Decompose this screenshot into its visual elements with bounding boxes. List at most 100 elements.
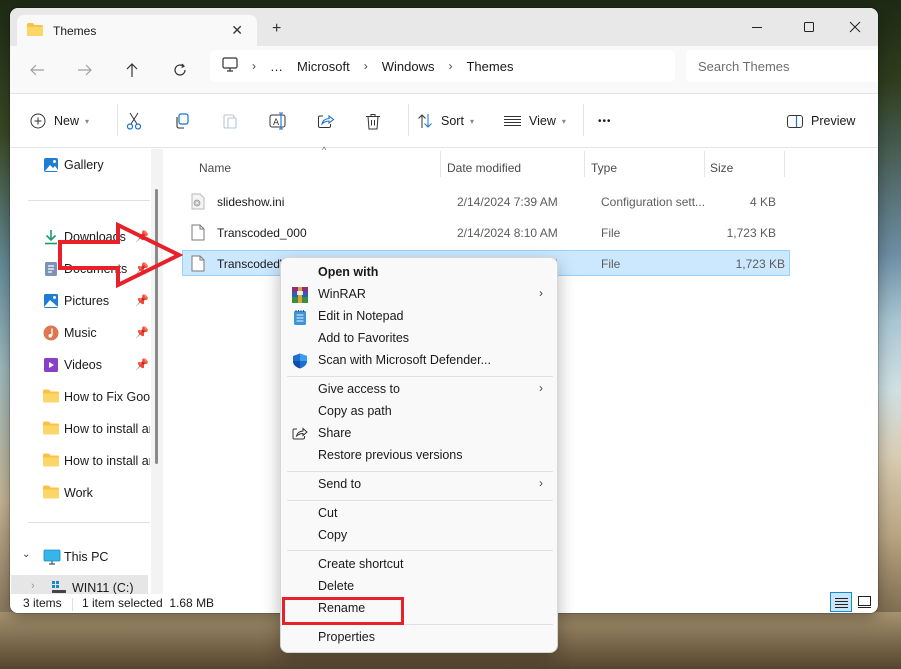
menu-item-share[interactable]: Share bbox=[285, 423, 553, 445]
sidebar-label: Work bbox=[64, 486, 93, 500]
sidebar-item-gallery[interactable]: Gallery bbox=[10, 152, 150, 178]
notepad-icon bbox=[292, 309, 308, 325]
menu-item-add-favorites[interactable]: Add to Favorites bbox=[285, 328, 553, 350]
paste-button[interactable] bbox=[222, 109, 238, 133]
sidebar-item-this-pc[interactable]: ⌄ This PC bbox=[10, 544, 150, 570]
chevron-down-icon: ▾ bbox=[561, 116, 566, 126]
menu-label: Share bbox=[318, 426, 352, 440]
chevron-right-icon[interactable]: › bbox=[31, 580, 35, 592]
cut-button[interactable] bbox=[126, 109, 142, 133]
column-header-date[interactable]: Date modified bbox=[447, 155, 521, 181]
documents-icon bbox=[43, 261, 59, 277]
new-tab-button[interactable]: + bbox=[272, 20, 281, 38]
menu-label: Delete bbox=[318, 579, 355, 593]
column-divider[interactable] bbox=[584, 151, 585, 177]
folder-icon bbox=[43, 389, 59, 405]
column-divider[interactable] bbox=[440, 151, 441, 177]
breadcrumb-themes[interactable]: Themes bbox=[466, 59, 513, 74]
menu-separator bbox=[287, 550, 553, 551]
forward-arrow-icon bbox=[78, 64, 92, 76]
sidebar-item-folder[interactable]: How to Fix Goog bbox=[10, 384, 150, 410]
pictures-icon bbox=[43, 293, 59, 309]
folder-icon bbox=[43, 421, 59, 437]
close-icon bbox=[849, 21, 861, 33]
delete-toolbar-button[interactable] bbox=[365, 109, 381, 133]
maximize-button[interactable] bbox=[786, 13, 832, 41]
up-button[interactable] bbox=[119, 58, 145, 82]
rename-toolbar-button[interactable]: A bbox=[269, 109, 287, 133]
new-button[interactable]: New ▾ bbox=[30, 109, 89, 133]
paste-icon bbox=[223, 114, 237, 129]
sidebar-item-work[interactable]: Work bbox=[10, 480, 150, 506]
breadcrumb-overflow[interactable]: … bbox=[270, 59, 283, 74]
menu-item-restore-versions[interactable]: Restore previous versions bbox=[285, 445, 553, 467]
up-arrow-icon bbox=[126, 63, 138, 77]
pin-icon[interactable]: 📌 bbox=[135, 358, 149, 371]
file-size: 4 KB bbox=[749, 195, 776, 209]
menu-item-send-to[interactable]: Send to › bbox=[285, 474, 553, 496]
address-bar-row: › … Microsoft › Windows › Themes Search … bbox=[10, 46, 878, 94]
share-toolbar-button[interactable] bbox=[317, 109, 335, 133]
menu-item-scan-defender[interactable]: Scan with Microsoft Defender... bbox=[285, 350, 553, 372]
minimize-icon bbox=[752, 27, 762, 28]
close-tab-icon[interactable]: ✕ bbox=[231, 22, 243, 39]
back-arrow-icon bbox=[30, 64, 44, 76]
tiles-view-button[interactable] bbox=[853, 592, 875, 612]
menu-item-copy-path[interactable]: Copy as path bbox=[285, 401, 553, 423]
menu-item-edit-notepad[interactable]: Edit in Notepad bbox=[285, 306, 553, 328]
column-divider[interactable] bbox=[704, 151, 705, 177]
menu-label: Give access to bbox=[318, 382, 400, 396]
column-header-size[interactable]: Size bbox=[710, 155, 733, 181]
menu-label: Add to Favorites bbox=[318, 331, 410, 345]
sidebar-item-pictures[interactable]: Pictures 📌 bbox=[10, 288, 150, 314]
column-divider[interactable] bbox=[784, 151, 785, 177]
chevron-right-icon: › bbox=[539, 381, 543, 395]
share-icon bbox=[318, 114, 335, 128]
column-header-type[interactable]: Type bbox=[591, 155, 617, 181]
menu-item-create-shortcut[interactable]: Create shortcut bbox=[285, 554, 553, 576]
pin-icon[interactable]: 📌 bbox=[135, 326, 149, 339]
breadcrumb-windows[interactable]: Windows bbox=[382, 59, 435, 74]
file-row[interactable]: slideshow.ini 2/14/2024 7:39 AM Configur… bbox=[183, 189, 781, 215]
sort-ascending-icon: ^ bbox=[322, 145, 327, 155]
sidebar-item-videos[interactable]: Videos 📌 bbox=[10, 352, 150, 378]
chevron-down-icon[interactable]: ⌄ bbox=[22, 549, 30, 560]
refresh-button[interactable] bbox=[167, 58, 193, 82]
sidebar-item-folder[interactable]: How to install an bbox=[10, 416, 150, 442]
forward-button[interactable] bbox=[72, 58, 98, 82]
back-button[interactable] bbox=[24, 58, 50, 82]
preview-label: Preview bbox=[811, 114, 856, 128]
sort-button[interactable]: Sort ▾ bbox=[417, 109, 474, 133]
copy-button[interactable] bbox=[174, 109, 190, 133]
menu-item-give-access[interactable]: Give access to › bbox=[285, 379, 553, 401]
menu-item-cut[interactable]: Cut bbox=[285, 503, 553, 525]
address-bar[interactable]: › … Microsoft › Windows › Themes bbox=[210, 50, 675, 82]
menu-item-winrar[interactable]: WinRAR › bbox=[285, 284, 553, 306]
column-header-name[interactable]: Name bbox=[199, 155, 231, 181]
context-menu: Open with WinRAR › Edit in Notepad Add t… bbox=[280, 257, 558, 653]
more-options-button[interactable]: ••• bbox=[598, 109, 612, 133]
status-divider bbox=[72, 598, 73, 611]
menu-item-copy[interactable]: Copy bbox=[285, 525, 553, 547]
pin-icon[interactable]: 📌 bbox=[135, 294, 149, 307]
trash-icon bbox=[366, 113, 380, 129]
search-input[interactable]: Search Themes bbox=[686, 50, 878, 82]
this-pc-icon[interactable] bbox=[222, 57, 238, 75]
sidebar-item-music[interactable]: Music 📌 bbox=[10, 320, 150, 346]
minimize-button[interactable] bbox=[734, 13, 780, 41]
menu-item-delete[interactable]: Delete bbox=[285, 576, 553, 598]
view-button[interactable]: View ▾ bbox=[504, 109, 566, 133]
details-view-icon bbox=[834, 597, 848, 608]
chevron-right-icon: › bbox=[448, 59, 453, 73]
file-row[interactable]: Transcoded_000 2/14/2024 8:10 AM File 1,… bbox=[183, 220, 781, 246]
close-button[interactable] bbox=[832, 13, 878, 41]
details-view-button[interactable] bbox=[830, 592, 852, 612]
sidebar-item-folder[interactable]: How to install an bbox=[10, 448, 150, 474]
tab-themes[interactable]: Themes ✕ bbox=[17, 15, 257, 47]
view-list-icon bbox=[504, 116, 521, 126]
breadcrumb-microsoft[interactable]: Microsoft bbox=[297, 59, 350, 74]
menu-item-properties[interactable]: Properties bbox=[285, 627, 553, 649]
preview-pane-button[interactable]: Preview bbox=[787, 109, 855, 133]
red-arrow-annotation bbox=[58, 222, 183, 288]
menu-item-open-with[interactable]: Open with bbox=[285, 262, 553, 284]
